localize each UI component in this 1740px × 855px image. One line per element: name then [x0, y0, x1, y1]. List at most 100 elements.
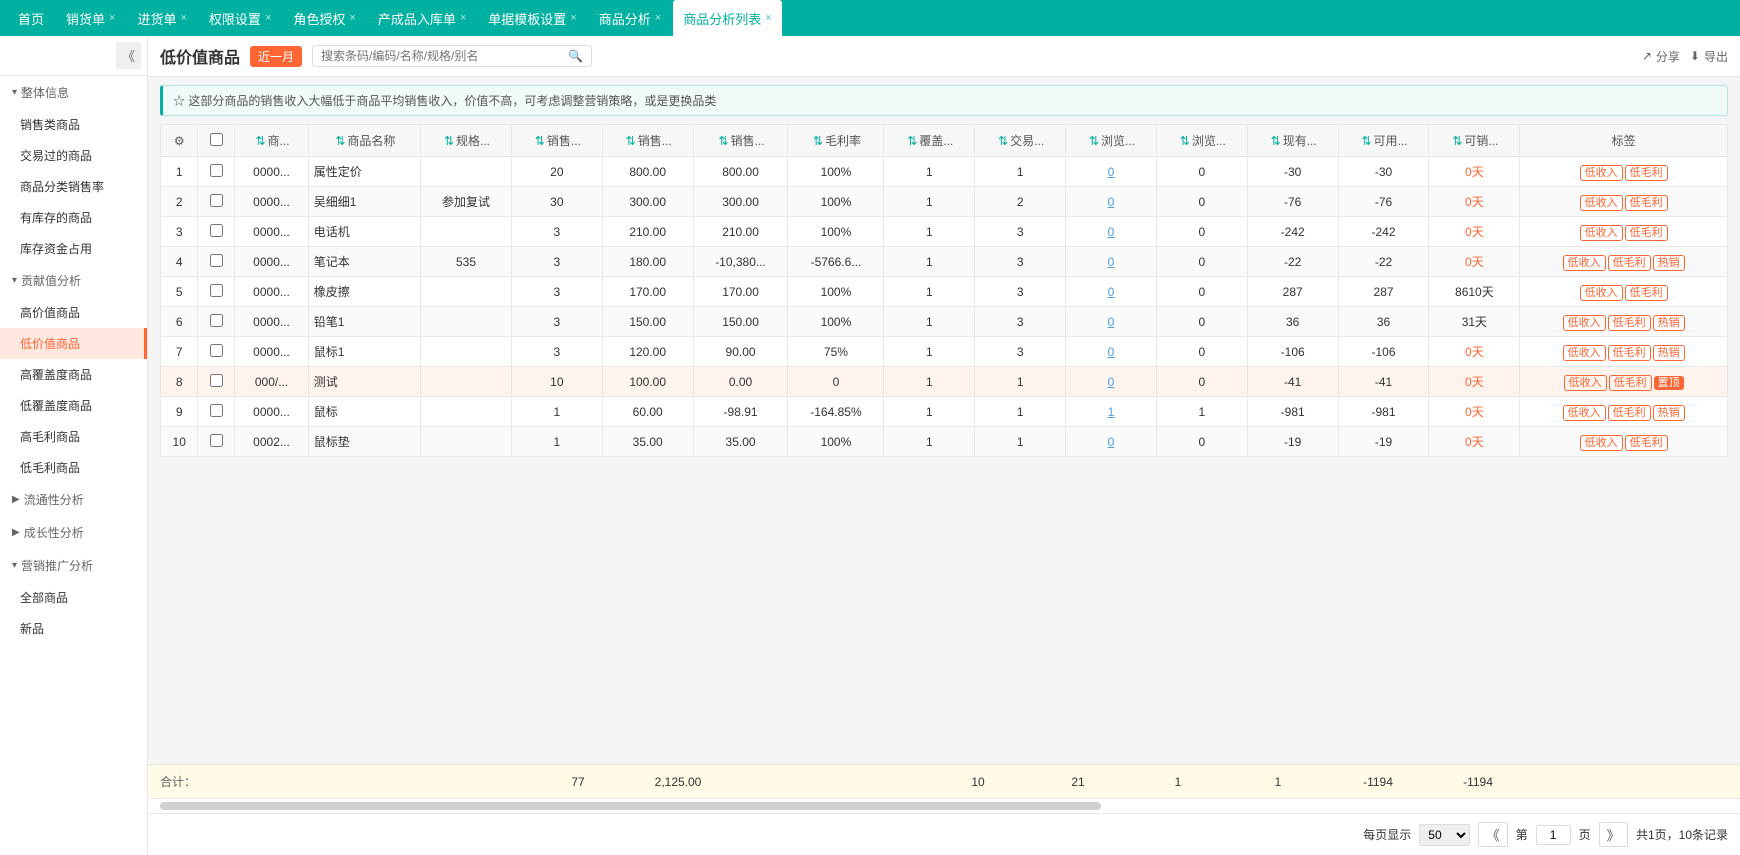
sidebar-item-low-coverage[interactable]: 低覆盖度商品 [0, 390, 147, 421]
search-icon[interactable]: 🔍 [568, 49, 583, 63]
col-cover[interactable]: ⇅覆盖... [884, 125, 975, 157]
col-spec[interactable]: ⇅规格... [421, 125, 512, 157]
export-btn[interactable]: ⬇ 导出 [1690, 48, 1728, 65]
cell-browse1[interactable]: 0 [1066, 367, 1157, 397]
cell-browse1[interactable]: 0 [1066, 307, 1157, 337]
sidebar-section-marketing[interactable]: ▾ 营销推广分析 [0, 549, 147, 582]
col-code[interactable]: ⇅商... [235, 125, 308, 157]
sidebar-collapse-btn[interactable]: 《 [116, 42, 141, 69]
cell-name[interactable]: 铅笔1 [308, 307, 420, 337]
sidebar-item-traded-goods[interactable]: 交易过的商品 [0, 140, 147, 171]
cell-name[interactable]: 鼠标垫 [308, 427, 420, 457]
share-btn[interactable]: ↗ 分享 [1642, 48, 1680, 65]
browse1-link[interactable]: 0 [1108, 435, 1115, 449]
cell-browse1[interactable]: 0 [1066, 157, 1157, 187]
col-sales-qty[interactable]: ⇅销售... [511, 125, 602, 157]
col-checkbox[interactable] [198, 125, 235, 157]
close-template-tab[interactable]: × [570, 12, 576, 24]
cell-browse1[interactable]: 1 [1066, 397, 1157, 427]
first-page-btn[interactable]: 《 [1478, 822, 1507, 847]
cell-checkbox[interactable] [198, 397, 235, 427]
browse1-link[interactable]: 0 [1108, 345, 1115, 359]
cell-browse1[interactable]: 0 [1066, 247, 1157, 277]
col-avail[interactable]: ⇅可用... [1338, 125, 1429, 157]
close-product-stock-tab[interactable]: × [460, 12, 466, 24]
cell-checkbox[interactable] [198, 367, 235, 397]
browse1-link[interactable]: 0 [1108, 195, 1115, 209]
row-checkbox[interactable] [210, 374, 223, 387]
row-checkbox[interactable] [210, 434, 223, 447]
cell-browse1[interactable]: 0 [1066, 427, 1157, 457]
close-permissions-tab[interactable]: × [265, 12, 271, 24]
col-trade[interactable]: ⇅交易... [975, 125, 1066, 157]
close-role-tab[interactable]: × [349, 12, 355, 24]
next-page-btn[interactable]: 》 [1599, 822, 1628, 847]
sidebar-item-all-goods[interactable]: 全部商品 [0, 582, 147, 613]
row-checkbox[interactable] [210, 164, 223, 177]
cell-name[interactable]: 测试 [308, 367, 420, 397]
cell-browse1[interactable]: 0 [1066, 187, 1157, 217]
cell-checkbox[interactable] [198, 247, 235, 277]
sidebar-item-stock-capital[interactable]: 库存资金占用 [0, 233, 147, 264]
close-analysis-list-tab[interactable]: × [765, 12, 771, 24]
row-checkbox[interactable] [210, 404, 223, 417]
sidebar-item-low-value[interactable]: 低价值商品 [0, 328, 147, 359]
sidebar-item-new-goods[interactable]: 新品 [0, 613, 147, 644]
cell-checkbox[interactable] [198, 277, 235, 307]
sidebar-section-overall[interactable]: ▾ 整体信息 [0, 76, 147, 109]
col-sales-amount[interactable]: ⇅销售... [602, 125, 693, 157]
col-gross-rate[interactable]: ⇅毛利率 [788, 125, 884, 157]
nav-permissions[interactable]: 权限设置 × [199, 0, 281, 36]
browse1-link[interactable]: 0 [1108, 375, 1115, 389]
browse1-link[interactable]: 0 [1108, 225, 1115, 239]
sidebar-section-contribution[interactable]: ▾ 贡献值分析 [0, 264, 147, 297]
nav-sales[interactable]: 销货单 × [56, 0, 125, 36]
cell-name[interactable]: 笔记本 [308, 247, 420, 277]
row-checkbox[interactable] [210, 224, 223, 237]
col-browse2[interactable]: ⇅浏览... [1156, 125, 1247, 157]
browse1-link[interactable]: 0 [1108, 165, 1115, 179]
close-sales-tab[interactable]: × [109, 12, 115, 24]
sidebar-item-high-value[interactable]: 高价值商品 [0, 297, 147, 328]
search-input[interactable] [321, 49, 562, 63]
cell-checkbox[interactable] [198, 217, 235, 247]
col-gear[interactable]: ⚙ [161, 125, 198, 157]
cell-browse1[interactable]: 0 [1066, 337, 1157, 367]
cell-browse1[interactable]: 0 [1066, 277, 1157, 307]
cell-name[interactable]: 橡皮擦 [308, 277, 420, 307]
cell-checkbox[interactable] [198, 307, 235, 337]
row-checkbox[interactable] [210, 254, 223, 267]
col-sales-profit[interactable]: ⇅销售... [693, 125, 788, 157]
nav-analysis-list[interactable]: 商品分析列表 × [673, 0, 781, 36]
col-browse1[interactable]: ⇅浏览... [1066, 125, 1157, 157]
nav-template[interactable]: 单据模板设置 × [478, 0, 586, 36]
sidebar-item-stocked-goods[interactable]: 有库存的商品 [0, 202, 147, 233]
cell-checkbox[interactable] [198, 187, 235, 217]
row-checkbox[interactable] [210, 284, 223, 297]
cell-browse1[interactable]: 0 [1066, 217, 1157, 247]
col-days[interactable]: ⇅可销... [1429, 125, 1520, 157]
cell-name[interactable]: 电话机 [308, 217, 420, 247]
nav-product-stock[interactable]: 产成品入库单 × [368, 0, 476, 36]
sidebar-item-high-coverage[interactable]: 高覆盖度商品 [0, 359, 147, 390]
close-purchase-tab[interactable]: × [180, 12, 186, 24]
browse1-link[interactable]: 1 [1108, 405, 1115, 419]
col-tags[interactable]: 标签 [1520, 125, 1728, 157]
nav-purchase[interactable]: 进货单 × [127, 0, 196, 36]
cell-name[interactable]: 鼠标1 [308, 337, 420, 367]
cell-name[interactable]: 吴细细1 [308, 187, 420, 217]
page-number-input[interactable] [1536, 825, 1571, 845]
cell-checkbox[interactable] [198, 157, 235, 187]
browse1-link[interactable]: 0 [1108, 315, 1115, 329]
sidebar-item-high-margin[interactable]: 高毛利商品 [0, 421, 147, 452]
select-all-checkbox[interactable] [210, 133, 223, 146]
sidebar-section-liquidity[interactable]: ▶ 流通性分析 [0, 483, 147, 516]
col-stock[interactable]: ⇅现有... [1247, 125, 1338, 157]
browse1-link[interactable]: 0 [1108, 255, 1115, 269]
close-analysis-tab[interactable]: × [655, 12, 661, 24]
nav-product-analysis[interactable]: 商品分析 × [589, 0, 671, 36]
page-size-select[interactable]: 50 20 100 [1419, 824, 1470, 846]
cell-name[interactable]: 鼠标 [308, 397, 420, 427]
horizontal-scrollbar[interactable] [160, 802, 1101, 810]
row-checkbox[interactable] [210, 194, 223, 207]
